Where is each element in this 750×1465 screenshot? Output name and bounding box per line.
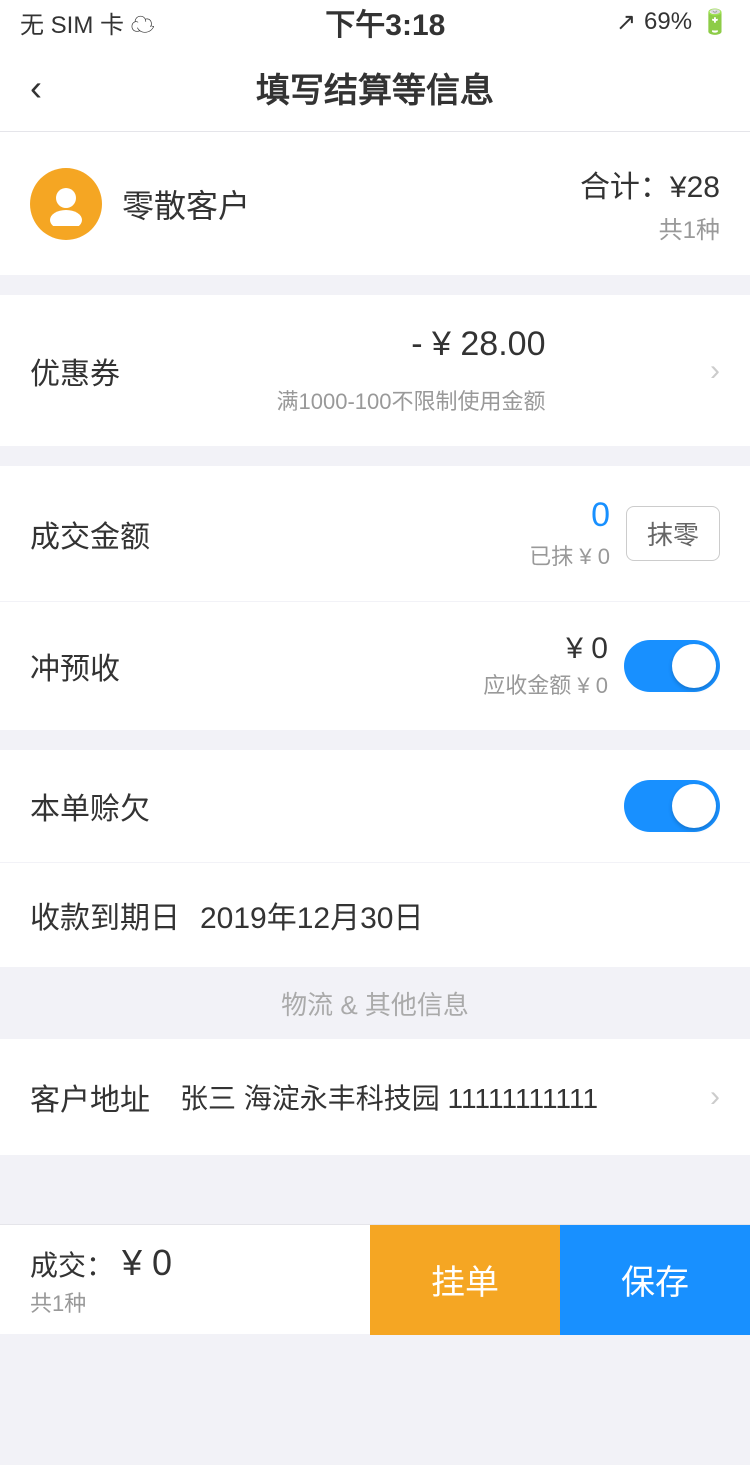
customer-section: 零散客户 合计：¥28 共1种	[0, 132, 750, 275]
save-button[interactable]: 保存	[560, 1225, 750, 1335]
transaction-amount-right: 0 已抹 ¥ 0 抹零	[529, 496, 720, 571]
coupon-section: 优惠券 - ¥ 28.00 满1000-100不限制使用金额 ›	[0, 295, 750, 446]
coupon-desc: 满1000-100不限制使用金额	[277, 384, 546, 416]
amount-value[interactable]: 0	[591, 496, 610, 535]
bottom-summary-label: 成交：	[30, 1244, 114, 1284]
due-date-label: 收款到期日	[30, 893, 180, 937]
address-row[interactable]: 客户地址 张三 海淀永丰科技园 11111111111 ›	[0, 1039, 750, 1155]
address-label: 客户地址	[30, 1075, 150, 1119]
transaction-amount-row: 成交金额 0 已抹 ¥ 0 抹零	[0, 466, 750, 602]
status-bar-time: 下午3:18	[325, 0, 445, 44]
pre-collect-receivable: 应收金额 ¥ 0	[483, 668, 608, 700]
round-off-button[interactable]: 抹零	[626, 506, 720, 561]
customer-total: 合计：¥28	[580, 162, 720, 206]
chevron-right-icon: ›	[710, 354, 720, 388]
transaction-amount-label: 成交金额	[30, 512, 150, 556]
credit-toggle[interactable]	[624, 780, 720, 832]
pre-collect-amount: ¥ 0	[483, 632, 608, 666]
pre-collect-toggle[interactable]	[624, 640, 720, 692]
address-chevron-icon: ›	[710, 1080, 720, 1114]
customer-name: 零散客户	[122, 181, 250, 227]
coupon-right: - ¥ 28.00 满1000-100不限制使用金额	[277, 325, 546, 416]
pending-button[interactable]: 挂单	[370, 1225, 560, 1335]
pre-collect-label: 冲预收	[30, 644, 120, 688]
coupon-amount: - ¥ 28.00	[411, 325, 545, 364]
avatar	[30, 168, 102, 240]
divider-2	[0, 446, 750, 466]
credit-label: 本单赊欠	[30, 784, 150, 828]
pre-collect-right: ¥ 0 应收金额 ¥ 0	[483, 632, 720, 700]
divider-1	[0, 275, 750, 295]
customer-info-right: 合计：¥28 共1种	[580, 162, 720, 245]
coupon-row[interactable]: 优惠券 - ¥ 28.00 满1000-100不限制使用金额 ›	[0, 295, 750, 446]
logistics-header-text: 物流 & 其他信息	[281, 985, 469, 1022]
battery-text: 69%	[644, 8, 692, 36]
customer-count: 共1种	[580, 210, 720, 245]
status-bar-right: ↗ 69% 🔋	[616, 8, 730, 37]
divider-3	[0, 730, 750, 750]
status-bar-left: 无 SIM 卡 ☁	[20, 5, 155, 40]
pre-collect-values: ¥ 0 应收金额 ¥ 0	[483, 632, 608, 700]
credit-section: 本单赊欠 收款到期日 2019年12月30日	[0, 750, 750, 967]
due-date-value: 2019年12月30日	[200, 893, 423, 937]
bottom-summary: 成交： ¥ 0 共1种	[0, 1242, 370, 1318]
status-bar: 无 SIM 卡 ☁ 下午3:18 ↗ 69% 🔋	[0, 0, 750, 44]
page-title: 填写结算等信息	[256, 63, 494, 112]
bottom-bar: 成交： ¥ 0 共1种 挂单 保存	[0, 1224, 750, 1334]
pre-collect-row: 冲预收 ¥ 0 应收金额 ¥ 0	[0, 602, 750, 730]
sim-signal-text: 无 SIM 卡 ☁	[20, 5, 155, 40]
customer-info-left: 零散客户	[30, 168, 250, 240]
amount-display: 0 已抹 ¥ 0	[529, 496, 610, 571]
amount-sub: 已抹 ¥ 0	[529, 539, 610, 571]
back-button[interactable]: ‹	[30, 67, 42, 109]
bottom-summary-count: 共1种	[30, 1286, 340, 1318]
credit-row: 本单赊欠	[0, 750, 750, 862]
transaction-section: 成交金额 0 已抹 ¥ 0 抹零 冲预收 ¥ 0 应收金额 ¥ 0	[0, 466, 750, 730]
battery-icon: 🔋	[700, 8, 730, 37]
coupon-label: 优惠券	[30, 349, 120, 393]
nav-bar: ‹ 填写结算等信息	[0, 44, 750, 132]
due-date-row: 收款到期日 2019年12月30日	[0, 862, 750, 967]
location-icon: ↗	[616, 8, 636, 37]
bottom-summary-amount: ¥ 0	[122, 1242, 172, 1284]
logistics-header: 物流 & 其他信息	[0, 967, 750, 1039]
address-value: 张三 海淀永丰科技园 11111111111	[180, 1077, 702, 1117]
